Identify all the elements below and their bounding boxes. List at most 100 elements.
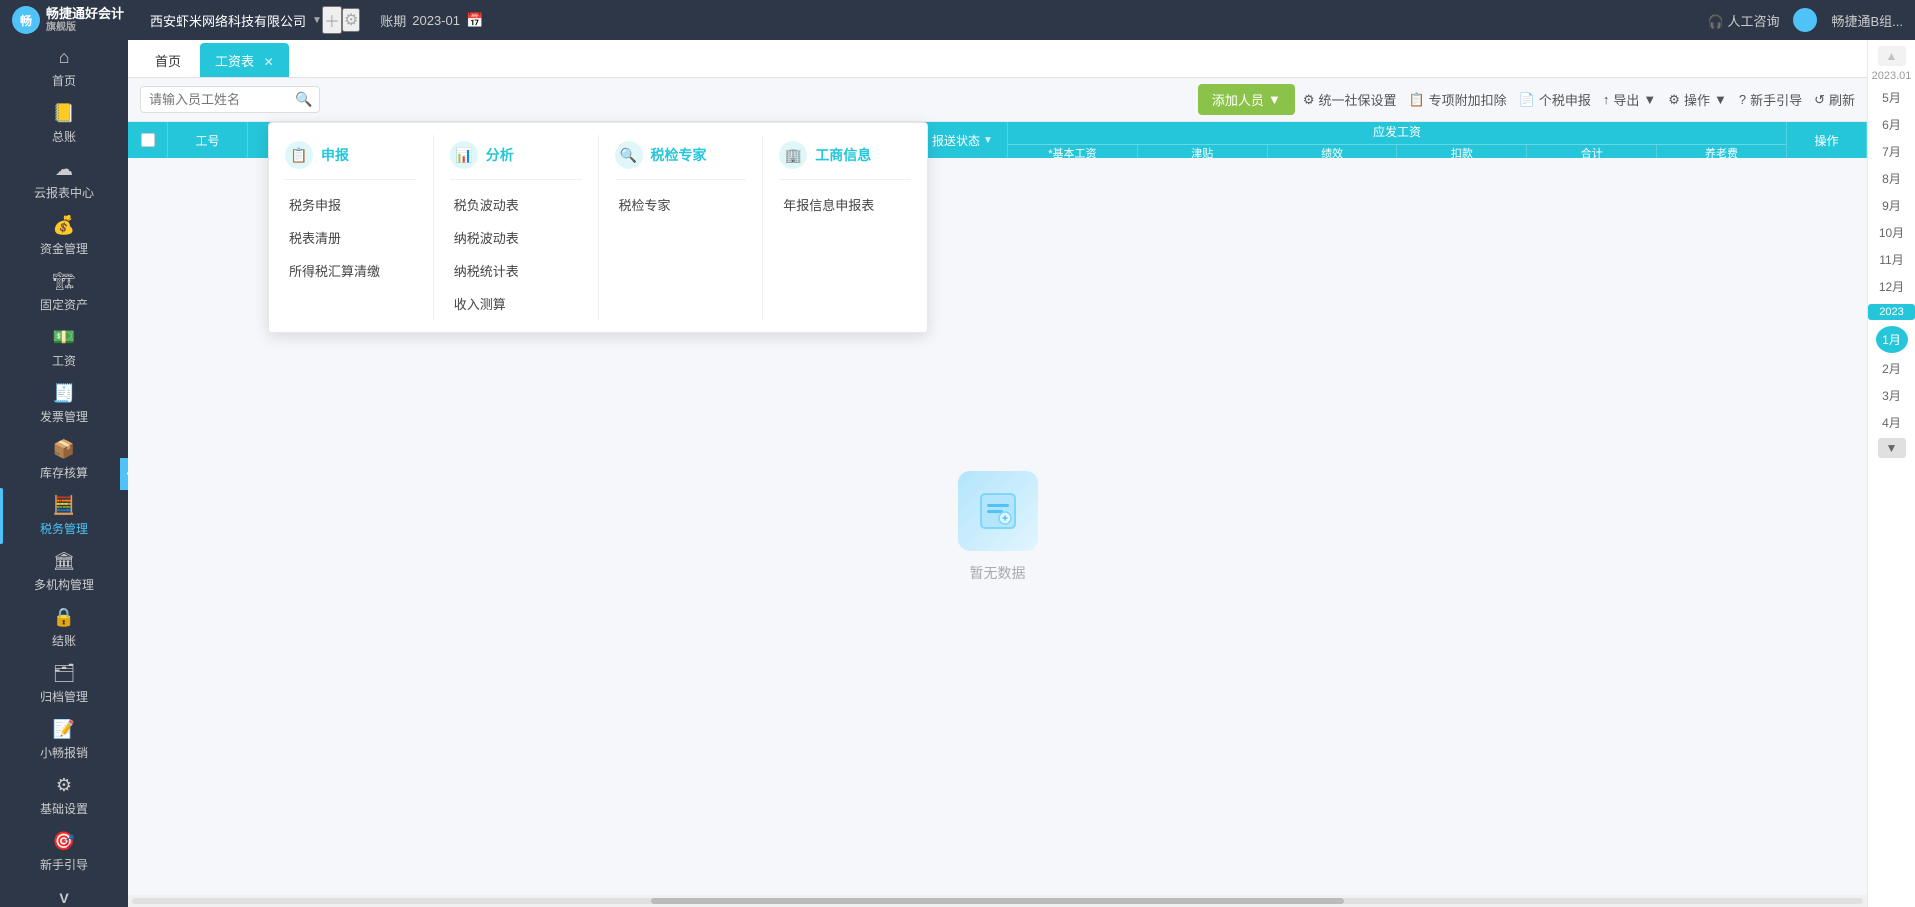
timeline-month-9[interactable]: 9月 bbox=[1868, 192, 1915, 219]
dropdown-item-tax-declaration[interactable]: 税务申报 bbox=[285, 188, 417, 221]
timeline-month-7[interactable]: 7月 bbox=[1868, 138, 1915, 165]
scrollbar-track bbox=[132, 898, 1863, 904]
sidebar-item-invoice[interactable]: 🧾 发票管理 bbox=[0, 376, 128, 432]
social-security-btn[interactable]: ⚙ 统一社保设置 bbox=[1303, 90, 1397, 109]
timeline-month-10[interactable]: 10月 bbox=[1868, 219, 1915, 246]
th-sentstatus[interactable]: 报送状态 ▼ bbox=[918, 122, 1008, 158]
timeline-month-12[interactable]: 12月 bbox=[1868, 273, 1915, 300]
dropdown-section-header-analysis: 📊 分析 bbox=[450, 135, 582, 180]
dropdown-item-tax-expert[interactable]: 税检专家 bbox=[615, 188, 747, 221]
calendar-icon[interactable]: 📅 bbox=[466, 12, 483, 29]
operate-btn[interactable]: ⚙ 操作 ▼ bbox=[1668, 90, 1727, 109]
scrollbar-thumb[interactable] bbox=[651, 898, 1343, 904]
tax-return-btn[interactable]: 📄 个税申报 bbox=[1519, 90, 1591, 109]
tab-home[interactable]: 首页 bbox=[140, 43, 196, 77]
dropdown-item-tax-table[interactable]: 税表清册 bbox=[285, 221, 417, 254]
sidebar-item-home[interactable]: ⌂ 首页 bbox=[0, 40, 128, 96]
chevron-down-icon: ▼ bbox=[312, 15, 322, 26]
timeline-month-2[interactable]: 2月 bbox=[1868, 355, 1915, 382]
cloud-icon: ☁ bbox=[55, 159, 73, 180]
support-btn[interactable]: 🎧 人工咨询 bbox=[1708, 11, 1780, 30]
dropdown-item-tax-fluctuation[interactable]: 税负波动表 bbox=[450, 188, 582, 221]
sidebar-item-tax[interactable]: 🧮 税务管理 bbox=[0, 488, 128, 544]
app-logo: 畅 畅捷通好会计 旗舰版 bbox=[12, 6, 140, 34]
sidebar-item-member[interactable]: V 畅会员 bbox=[0, 880, 128, 907]
timeline-next-btn[interactable]: ▼ bbox=[1878, 438, 1906, 458]
dropdown-item-annual-report[interactable]: 年报信息申报表 bbox=[779, 188, 911, 221]
dropdown-section-declaration: 📋 申报 税务申报 税表清册 所得税汇算清缴 bbox=[269, 135, 434, 320]
select-all-checkbox[interactable] bbox=[141, 133, 155, 147]
search-input[interactable] bbox=[149, 92, 289, 107]
timeline-month-6[interactable]: 6月 bbox=[1868, 111, 1915, 138]
tab-salary[interactable]: 工资表 ✕ bbox=[200, 43, 289, 77]
sidebar-item-salary[interactable]: 💵 工资 bbox=[0, 320, 128, 376]
social-security-icon: ⚙ bbox=[1303, 92, 1315, 108]
right-timeline: ▲ 2023.01 5月 6月 7月 8月 9月 10月 11月 12月 202… bbox=[1867, 40, 1915, 907]
sidebar-item-guide[interactable]: 🎯 新手引导 bbox=[0, 824, 128, 880]
add-chevron-icon: ▼ bbox=[1268, 92, 1281, 107]
sidebar-item-basic[interactable]: ⚙ 基础设置 bbox=[0, 768, 128, 824]
user-avatar bbox=[1793, 8, 1817, 32]
multi-org-icon: 🏛 bbox=[53, 551, 76, 572]
sidebar-item-archive[interactable]: 🗂 归档管理 bbox=[0, 656, 128, 712]
new-guide-btn[interactable]: ? 新手引导 bbox=[1739, 90, 1802, 109]
tax-expert-section-icon: 🔍 bbox=[615, 141, 643, 169]
add-company-button[interactable]: ＋ bbox=[322, 6, 342, 34]
timeline-month-1-active[interactable]: 1月 bbox=[1876, 326, 1908, 353]
period-value: 2023-01 bbox=[412, 13, 460, 28]
home-icon: ⌂ bbox=[59, 47, 70, 68]
timeline-month-3[interactable]: 3月 bbox=[1868, 382, 1915, 409]
basic-icon: ⚙ bbox=[56, 775, 72, 796]
timeline-month-5[interactable]: 5月 bbox=[1868, 84, 1915, 111]
member-icon: V bbox=[59, 890, 68, 906]
th-checkbox[interactable] bbox=[128, 122, 168, 158]
tab-bar: 首页 工资表 ✕ bbox=[128, 40, 1867, 78]
sidebar-item-cloud-report[interactable]: ☁ 云报表中心 bbox=[0, 152, 128, 208]
dropdown-item-income-tax[interactable]: 所得税汇算清缴 bbox=[285, 254, 417, 287]
sentstatus-filter-icon[interactable]: ▼ bbox=[983, 135, 993, 146]
export-chevron-icon: ▼ bbox=[1643, 92, 1656, 107]
dropdown-section-analysis: 📊 分析 税负波动表 纳税波动表 纳税统计表 收入测算 bbox=[434, 135, 599, 320]
fixed-assets-icon: 🏗 bbox=[53, 271, 76, 292]
sidebar-item-fund[interactable]: 💰 资金管理 bbox=[0, 208, 128, 264]
dropdown-menu: 📋 申报 税务申报 税表清册 所得税汇算清缴 📊 分析 税负波动表 纳税波动表 … bbox=[268, 122, 928, 333]
sidebar-item-ledger[interactable]: 📒 总账 bbox=[0, 96, 128, 152]
dropdown-item-tax-stats[interactable]: 纳税统计表 bbox=[450, 254, 582, 287]
special-deduction-btn[interactable]: 📋 专项附加扣除 bbox=[1408, 90, 1506, 109]
settings-button[interactable]: ⚙ bbox=[342, 8, 360, 32]
new-guide-icon: ? bbox=[1739, 92, 1746, 107]
timeline-month-11[interactable]: 11月 bbox=[1868, 246, 1915, 273]
th-number[interactable]: 工号 bbox=[168, 122, 248, 158]
sidebar-item-report[interactable]: 📝 小畅报销 bbox=[0, 712, 128, 768]
timeline-prev-btn[interactable]: ▲ bbox=[1878, 46, 1906, 66]
search-box[interactable]: 🔍 bbox=[140, 86, 320, 113]
sidebar-collapse-button[interactable]: ‹ bbox=[120, 458, 128, 490]
special-deduction-icon: 📋 bbox=[1408, 92, 1424, 108]
business-section-icon: 🏢 bbox=[779, 141, 807, 169]
report-icon: 📝 bbox=[53, 719, 75, 740]
guide-icon: 🎯 bbox=[53, 831, 75, 852]
table-scrollbar[interactable] bbox=[128, 895, 1867, 907]
sidebar-item-closing[interactable]: 🔒 结账 bbox=[0, 600, 128, 656]
logo-text: 畅捷通好会计 旗舰版 bbox=[46, 6, 124, 34]
app-title: 畅捷通好会计 bbox=[46, 6, 124, 22]
refresh-btn[interactable]: ↺ 刷新 bbox=[1814, 90, 1855, 109]
add-person-button[interactable]: 添加人员 ▼ bbox=[1198, 84, 1295, 115]
content-area: 首页 工资表 ✕ 🔍 添加人员 ▼ ⚙ 统一社保设置 bbox=[128, 40, 1867, 907]
tab-close-icon[interactable]: ✕ bbox=[264, 55, 274, 69]
app-subtitle: 旗舰版 bbox=[46, 22, 124, 34]
sidebar-item-multi-org[interactable]: 🏛 多机构管理 bbox=[0, 544, 128, 600]
timeline-month-8[interactable]: 8月 bbox=[1868, 165, 1915, 192]
dropdown-item-tax-fluctuation2[interactable]: 纳税波动表 bbox=[450, 221, 582, 254]
company-selector[interactable]: 西安虾米网络科技有限公司 ▼ bbox=[150, 11, 322, 30]
sidebar-item-inventory[interactable]: 📦 库存核算 bbox=[0, 432, 128, 488]
period-selector[interactable]: 账期 2023-01 📅 bbox=[380, 11, 483, 30]
operate-icon: ⚙ bbox=[1668, 92, 1680, 108]
dropdown-item-income-calc[interactable]: 收入测算 bbox=[450, 287, 582, 320]
export-btn[interactable]: ↑ 导出 ▼ bbox=[1603, 90, 1656, 109]
th-operate: 操作 bbox=[1787, 122, 1867, 158]
logo-icon: 畅 bbox=[12, 6, 40, 34]
timeline-month-4[interactable]: 4月 bbox=[1868, 409, 1915, 436]
sidebar-item-fixed-assets[interactable]: 🏗 固定资产 bbox=[0, 264, 128, 320]
operate-chevron-icon: ▼ bbox=[1714, 92, 1727, 107]
